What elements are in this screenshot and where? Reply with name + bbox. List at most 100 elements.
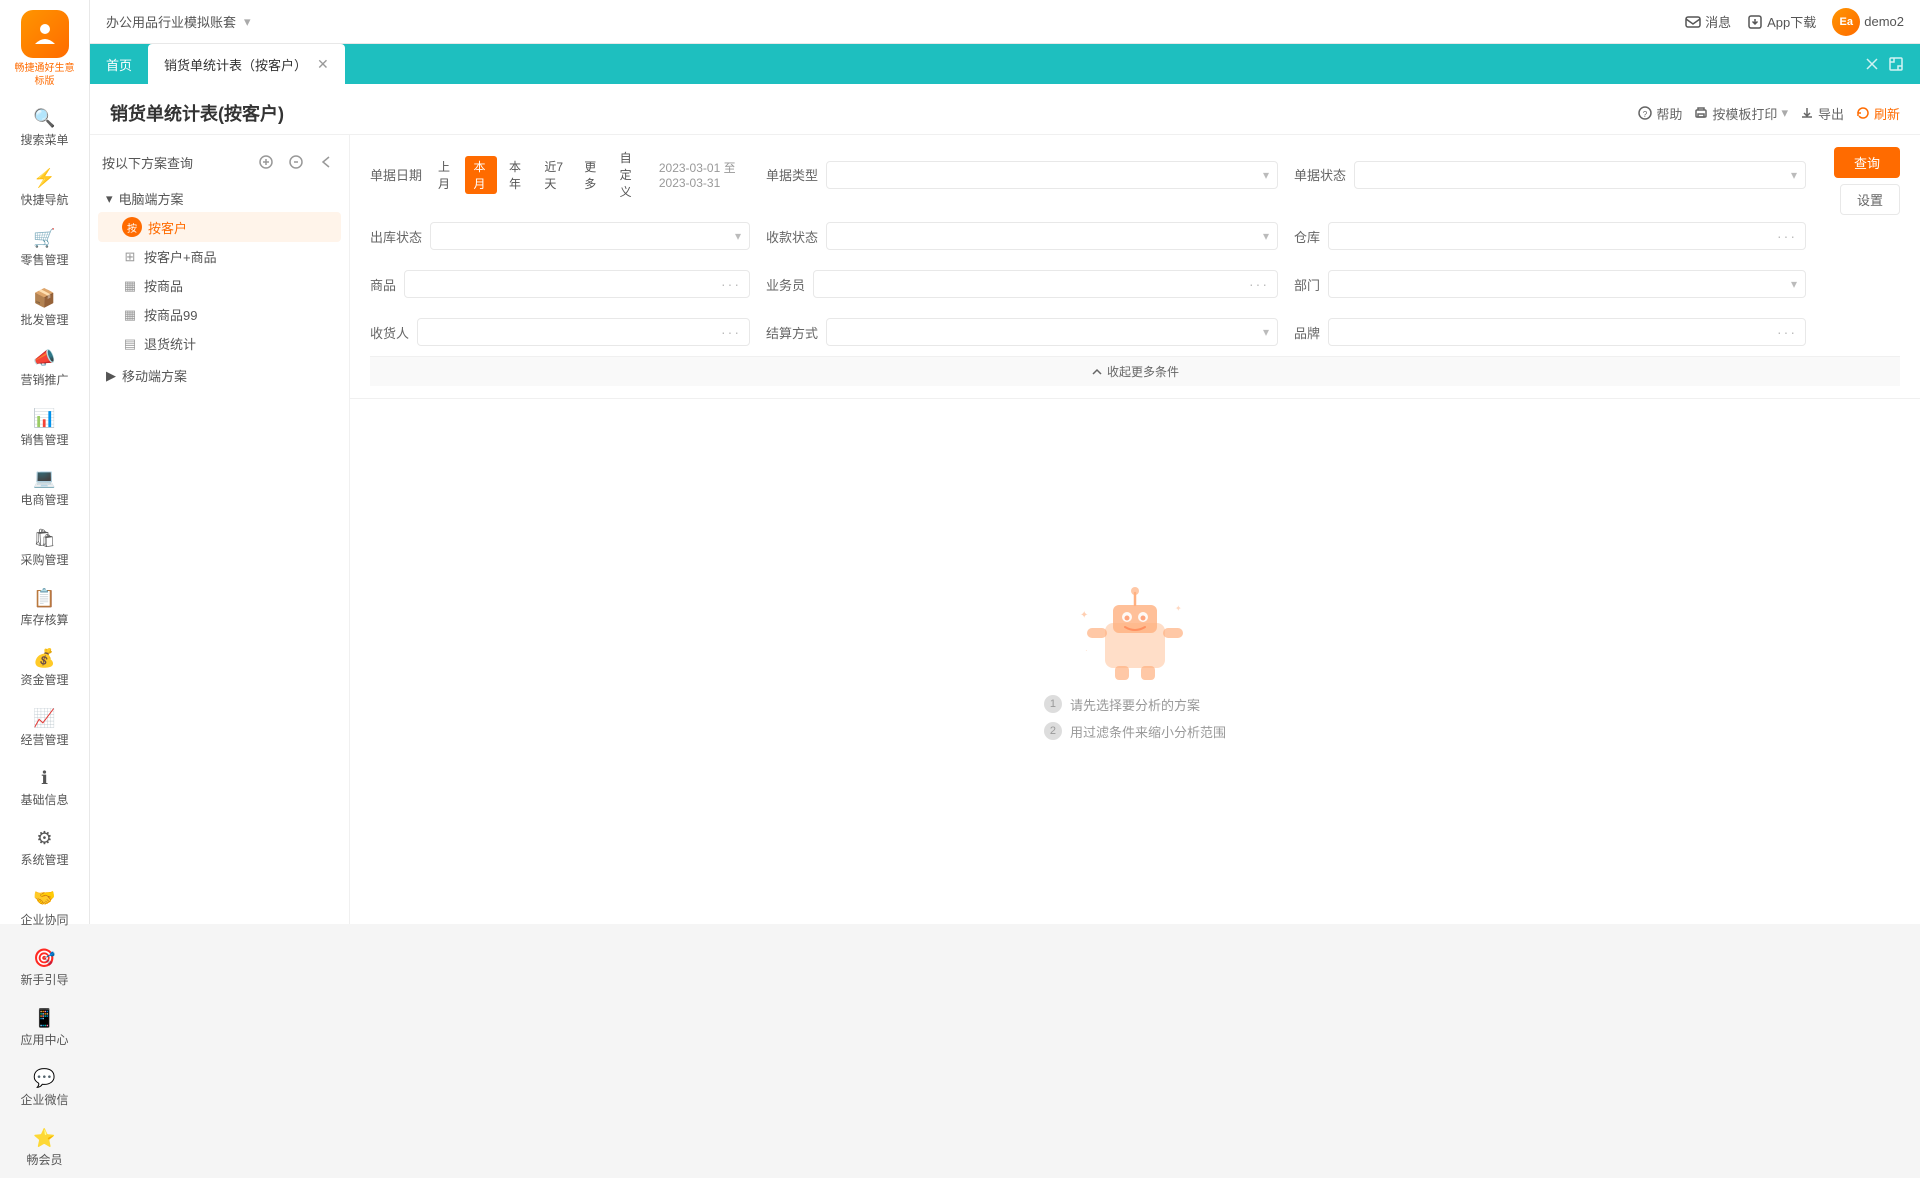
settings-button[interactable]: 设置 xyxy=(1840,184,1900,215)
sidebar-item-purchase[interactable]: 🛍采购管理 xyxy=(16,518,72,578)
sidebar-item-operations[interactable]: 📈 经营管理 xyxy=(16,698,72,758)
print-icon xyxy=(1694,106,1708,120)
date-btn-this-year[interactable]: 本年 xyxy=(501,156,532,194)
consignee-select[interactable]: ··· xyxy=(417,318,750,346)
sidebar-item-enterprise[interactable]: 🤝 企业协同 xyxy=(16,878,72,938)
brand-select[interactable]: ··· xyxy=(1328,318,1806,346)
print-button[interactable]: 按模板打印 ▾ xyxy=(1694,104,1788,123)
svg-text:?: ? xyxy=(1643,110,1648,119)
collapse-panel-button[interactable] xyxy=(315,151,337,173)
panel-toolbar: 按以下方案查询 xyxy=(90,143,349,181)
sidebar-item-member[interactable]: ⭐畅会员 xyxy=(16,1118,72,1178)
scheme-group-desktop-label[interactable]: ▾ 电脑端方案 xyxy=(98,185,341,212)
payment-method-label: 结算方式 xyxy=(766,323,818,342)
sidebar-item-newbie[interactable]: 🎯新手引导 xyxy=(16,938,72,998)
sidebar-item-basic-info[interactable]: ℹ基础信息 xyxy=(16,758,72,818)
scheme-item-by-customer-product[interactable]: ⊞ 按客户+商品 xyxy=(98,242,341,271)
sidebar-item-app-center[interactable]: 📱应用中心 xyxy=(16,998,72,1058)
sidebar-item-ecommerce[interactable]: 💻电商管理 xyxy=(16,458,72,518)
scheme-group-desktop: ▾ 电脑端方案 按 按客户 ⊞ 按客户+商品 ▦ xyxy=(98,185,341,358)
logo-text: 畅捷通好生意 标版 xyxy=(15,62,75,88)
tab-home[interactable]: 首页 xyxy=(90,44,148,84)
collapse-bar[interactable]: 收起更多条件 xyxy=(370,356,1900,386)
scheme-item-by-customer[interactable]: 按 按客户 xyxy=(98,212,341,242)
table2-icon: ▦ xyxy=(122,307,138,323)
nav-icon-enterprise: 🤝 xyxy=(33,888,55,909)
out-status-select[interactable]: ▾ xyxy=(430,222,750,250)
salesperson-dots-icon[interactable]: ··· xyxy=(1249,276,1269,292)
scheme-item-by-product-99-label: 按商品99 xyxy=(144,305,197,324)
filter-item-out-status: 出库状态 ▾ xyxy=(370,222,750,250)
out-status-label: 出库状态 xyxy=(370,227,422,246)
nav-icon-inventory: 📋 xyxy=(33,588,55,609)
product-select[interactable]: ··· xyxy=(404,270,750,298)
doc-type-arrow-icon: ▾ xyxy=(1263,168,1269,182)
empty-illustration: ✦ ✦ · xyxy=(1075,583,1195,683)
export-icon xyxy=(1800,106,1814,120)
add-scheme-button[interactable] xyxy=(255,151,277,173)
date-btn-custom[interactable]: 自定义 xyxy=(612,147,651,202)
nav-label-enterprise: 企业协同 xyxy=(20,911,68,928)
scheme-item-by-product-99[interactable]: ▦ 按商品99 xyxy=(98,300,341,329)
doc-type-select[interactable]: ▾ xyxy=(826,161,1278,189)
product-dots-icon[interactable]: ··· xyxy=(721,276,741,292)
sidebar-item-sales[interactable]: 📊销售管理 xyxy=(16,398,72,458)
consignee-dots-icon[interactable]: ··· xyxy=(721,324,741,340)
user-profile[interactable]: Ea demo2 xyxy=(1832,8,1904,36)
app-download-label: App下载 xyxy=(1767,12,1816,31)
empty-state: ✦ ✦ · 1 请先选择要分析的方案 2 用过滤条件来缩小分析范围 xyxy=(350,399,1920,924)
export-button[interactable]: 导出 xyxy=(1800,104,1844,123)
sidebar-item-quick-nav[interactable]: ⚡快捷导航 xyxy=(16,158,72,218)
nav-label-operations: 经营管理 xyxy=(20,731,68,748)
warehouse-select[interactable]: ··· xyxy=(1328,222,1806,250)
scheme-item-by-product[interactable]: ▦ 按商品 xyxy=(98,271,341,300)
query-button[interactable]: 查询 xyxy=(1834,147,1900,178)
edit-scheme-button[interactable] xyxy=(285,151,307,173)
filter-item-product: 商品 ··· xyxy=(370,270,750,298)
nav-icon-operations: 📈 xyxy=(33,708,55,729)
sidebar-item-system[interactable]: ⚙系统管理 xyxy=(16,818,72,878)
right-panel: 单据日期 上月 本月 本年 近7天 更多 自定义 2023-03-01 至 20… xyxy=(350,135,1920,924)
scheme-item-refund-stats[interactable]: ▤ 退货统计 xyxy=(98,329,341,358)
sidebar-item-inventory[interactable]: 📋库存核算 xyxy=(16,578,72,638)
sidebar-item-search[interactable]: 🔍搜索菜单 xyxy=(16,98,72,158)
sidebar-item-marketing[interactable]: 📣营销推广 xyxy=(16,338,72,398)
doc-status-select[interactable]: ▾ xyxy=(1354,161,1806,189)
tab-sales-stats[interactable]: 销货单统计表（按客户） ✕ xyxy=(148,44,345,84)
filter-area: 单据日期 上月 本月 本年 近7天 更多 自定义 2023-03-01 至 20… xyxy=(350,135,1920,399)
date-btn-more[interactable]: 更多 xyxy=(576,156,607,194)
filter-row-4: 收货人 ··· 结算方式 xyxy=(370,318,1806,346)
sidebar-item-wholesale[interactable]: 📦批发管理 xyxy=(16,278,72,338)
window-maximize-icon[interactable] xyxy=(1888,56,1904,72)
sidebar-item-enterprise-wechat[interactable]: 💬企业微信 xyxy=(16,1058,72,1118)
scheme-item-refund-stats-label: 退货统计 xyxy=(144,334,196,353)
tab-close-icon[interactable]: ✕ xyxy=(317,56,329,73)
message-button[interactable]: 消息 xyxy=(1685,12,1731,31)
print-dropdown-icon[interactable]: ▾ xyxy=(1781,105,1788,121)
warehouse-dots-icon[interactable]: ··· xyxy=(1777,228,1797,244)
date-btn-last-month[interactable]: 上月 xyxy=(430,156,461,194)
receipt-status-select[interactable]: ▾ xyxy=(826,222,1278,250)
help-button[interactable]: ? 帮助 xyxy=(1638,104,1682,123)
payment-method-select[interactable]: ▾ xyxy=(826,318,1278,346)
window-close-icon[interactable] xyxy=(1864,56,1880,72)
add-icon xyxy=(259,155,273,169)
top-header: 办公用品行业模拟账套 ▾ 消息 App下载 Ea demo2 xyxy=(90,0,1920,44)
date-btn-this-month[interactable]: 本月 xyxy=(465,156,496,194)
scheme-group-mobile-label[interactable]: ▶ 移动端方案 xyxy=(98,362,341,389)
sidebar-item-finance[interactable]: 💰资金管理 xyxy=(16,638,72,698)
scheme-dot-icon: 按 xyxy=(122,217,142,237)
page-actions: ? 帮助 按模板打印 ▾ 导出 刷新 xyxy=(1638,104,1900,123)
brand-dots-icon[interactable]: ··· xyxy=(1777,324,1797,340)
salesperson-select[interactable]: ··· xyxy=(813,270,1278,298)
refresh-button[interactable]: 刷新 xyxy=(1856,104,1900,123)
sidebar-item-retail[interactable]: 🛒零售管理 xyxy=(16,218,72,278)
dropdown-arrow-icon[interactable]: ▾ xyxy=(244,14,251,30)
app-download-button[interactable]: App下载 xyxy=(1747,12,1816,31)
department-select[interactable]: ▾ xyxy=(1328,270,1806,298)
nav-icon-member: ⭐ xyxy=(33,1128,55,1149)
date-btn-last-7-days[interactable]: 近7天 xyxy=(536,156,572,194)
consignee-label: 收货人 xyxy=(370,323,409,342)
hint-1-text: 请先选择要分析的方案 xyxy=(1070,695,1200,714)
scheme-tree: ▾ 电脑端方案 按 按客户 ⊞ 按客户+商品 ▦ xyxy=(90,181,349,397)
